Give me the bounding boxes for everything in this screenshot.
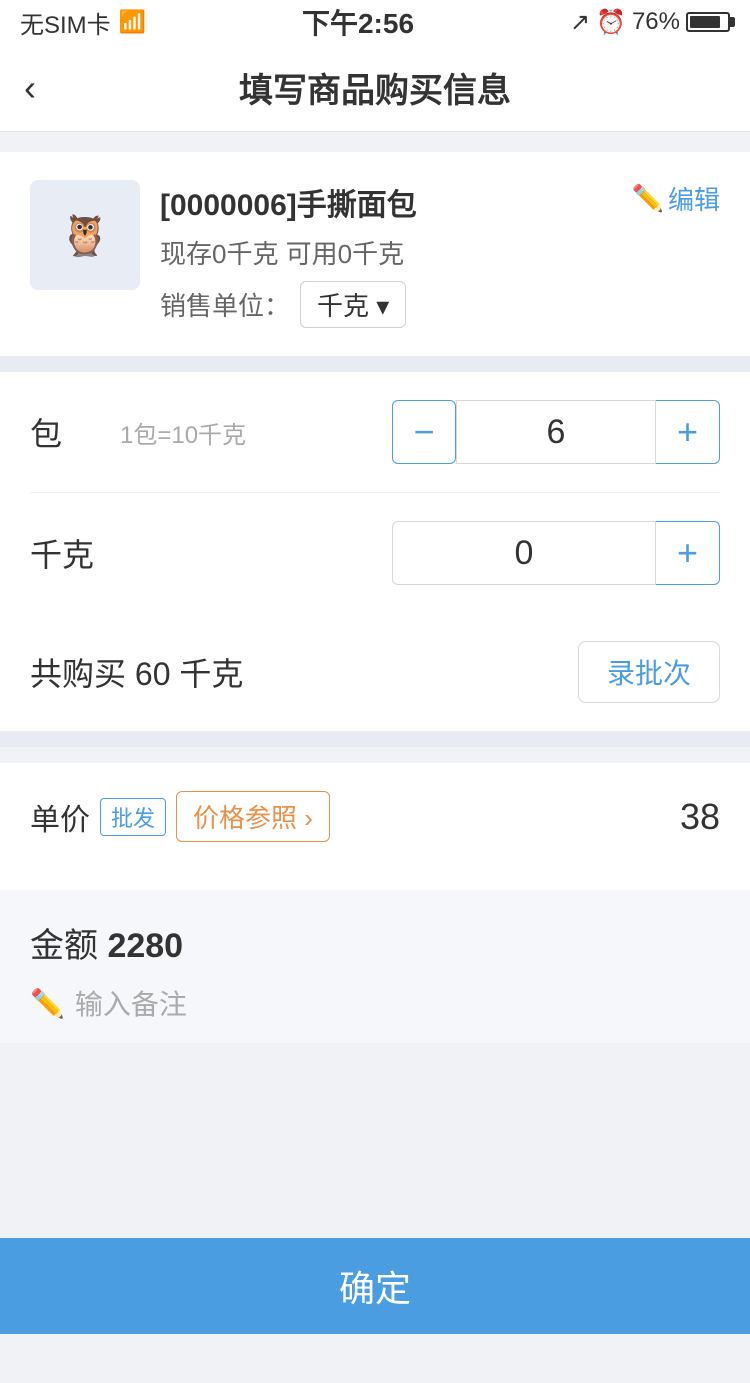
price-section: 单价 批发 价格参照 › 38 [0, 763, 750, 890]
amount-row: 金额 2280 [30, 918, 720, 967]
kg-row: 千克 + [30, 493, 720, 613]
nav-bar: ‹ 填写商品购买信息 [0, 44, 750, 132]
kg-input[interactable] [392, 521, 656, 585]
status-left: 无SIM卡 📶 [20, 5, 146, 40]
wifi-icon: 📶 [119, 9, 146, 35]
kg-control: + [392, 521, 720, 585]
status-right: ↗ ⏰ 76% [570, 8, 730, 37]
divider-2 [0, 731, 750, 747]
edit-label: 编辑 [668, 180, 720, 217]
battery-percent: 76% [632, 8, 680, 36]
batch-button[interactable]: 录批次 [578, 641, 720, 703]
page-title: 填写商品购买信息 [239, 63, 511, 112]
summary-section: 共购买 60 千克 录批次 [0, 613, 750, 731]
bao-control: − + [392, 400, 720, 464]
product-thumb-icon: 🦉 [60, 212, 110, 259]
bao-increment-button[interactable]: + [656, 400, 720, 464]
product-thumbnail: 🦉 [30, 180, 140, 290]
unit-select[interactable]: 千克 ▾ [300, 281, 406, 328]
status-bar: 无SIM卡 📶 下午2:56 ↗ ⏰ 76% [0, 0, 750, 44]
bao-row: 包 1包=10千克 − + [30, 372, 720, 493]
amount-value: 2280 [107, 927, 183, 965]
carrier-text: 无SIM卡 [20, 5, 111, 40]
bao-decrement-button[interactable]: − [392, 400, 456, 464]
confirm-button[interactable]: 确定 [339, 1260, 411, 1312]
amount-section: 金额 2280 ✏️ 输入备注 [0, 890, 750, 1043]
divider-1 [0, 356, 750, 372]
bao-input[interactable] [456, 400, 656, 464]
price-value: 38 [680, 796, 720, 838]
amount-label: 金额 [30, 927, 98, 965]
price-tag: 批发 [100, 798, 166, 836]
alarm-icon: ⏰ [596, 8, 626, 37]
kg-increment-button[interactable]: + [656, 521, 720, 585]
kg-label: 千克 [30, 530, 110, 576]
time-display: 下午2:56 [302, 2, 414, 42]
pencil-icon: ✏️ [30, 987, 65, 1020]
confirm-bar[interactable]: 确定 [0, 1238, 750, 1334]
product-card: 🦉 [0000006]手撕面包 现存0千克 可用0千克 销售单位： 千克 ▾ ✏… [0, 152, 750, 356]
summary-text: 共购买 60 千克 [30, 649, 243, 695]
price-row: 单价 批发 价格参照 › 38 [30, 791, 720, 842]
battery-fill [690, 16, 720, 28]
edit-button[interactable]: ✏️ 编辑 [632, 180, 720, 217]
bao-hint: 1包=10千克 [120, 415, 392, 450]
bao-input-section: 包 1包=10千克 − + 千克 + [0, 372, 750, 613]
remark-placeholder: 输入备注 [75, 983, 187, 1023]
back-button[interactable]: ‹ [24, 67, 36, 109]
location-icon: ↗ [570, 8, 590, 37]
price-label: 单价 批发 价格参照 › [30, 791, 330, 842]
price-ref-button[interactable]: 价格参照 › [176, 791, 330, 842]
price-label-text: 单价 [30, 795, 90, 839]
unit-label: 销售单位： [160, 286, 290, 323]
product-stock: 现存0千克 可用0千克 [160, 234, 720, 271]
product-unit-row: 销售单位： 千克 ▾ [160, 281, 720, 328]
remark-row[interactable]: ✏️ 输入备注 [30, 983, 720, 1023]
edit-icon: ✏️ [632, 183, 664, 214]
bao-label: 包 [30, 409, 110, 455]
battery-icon [686, 12, 730, 32]
